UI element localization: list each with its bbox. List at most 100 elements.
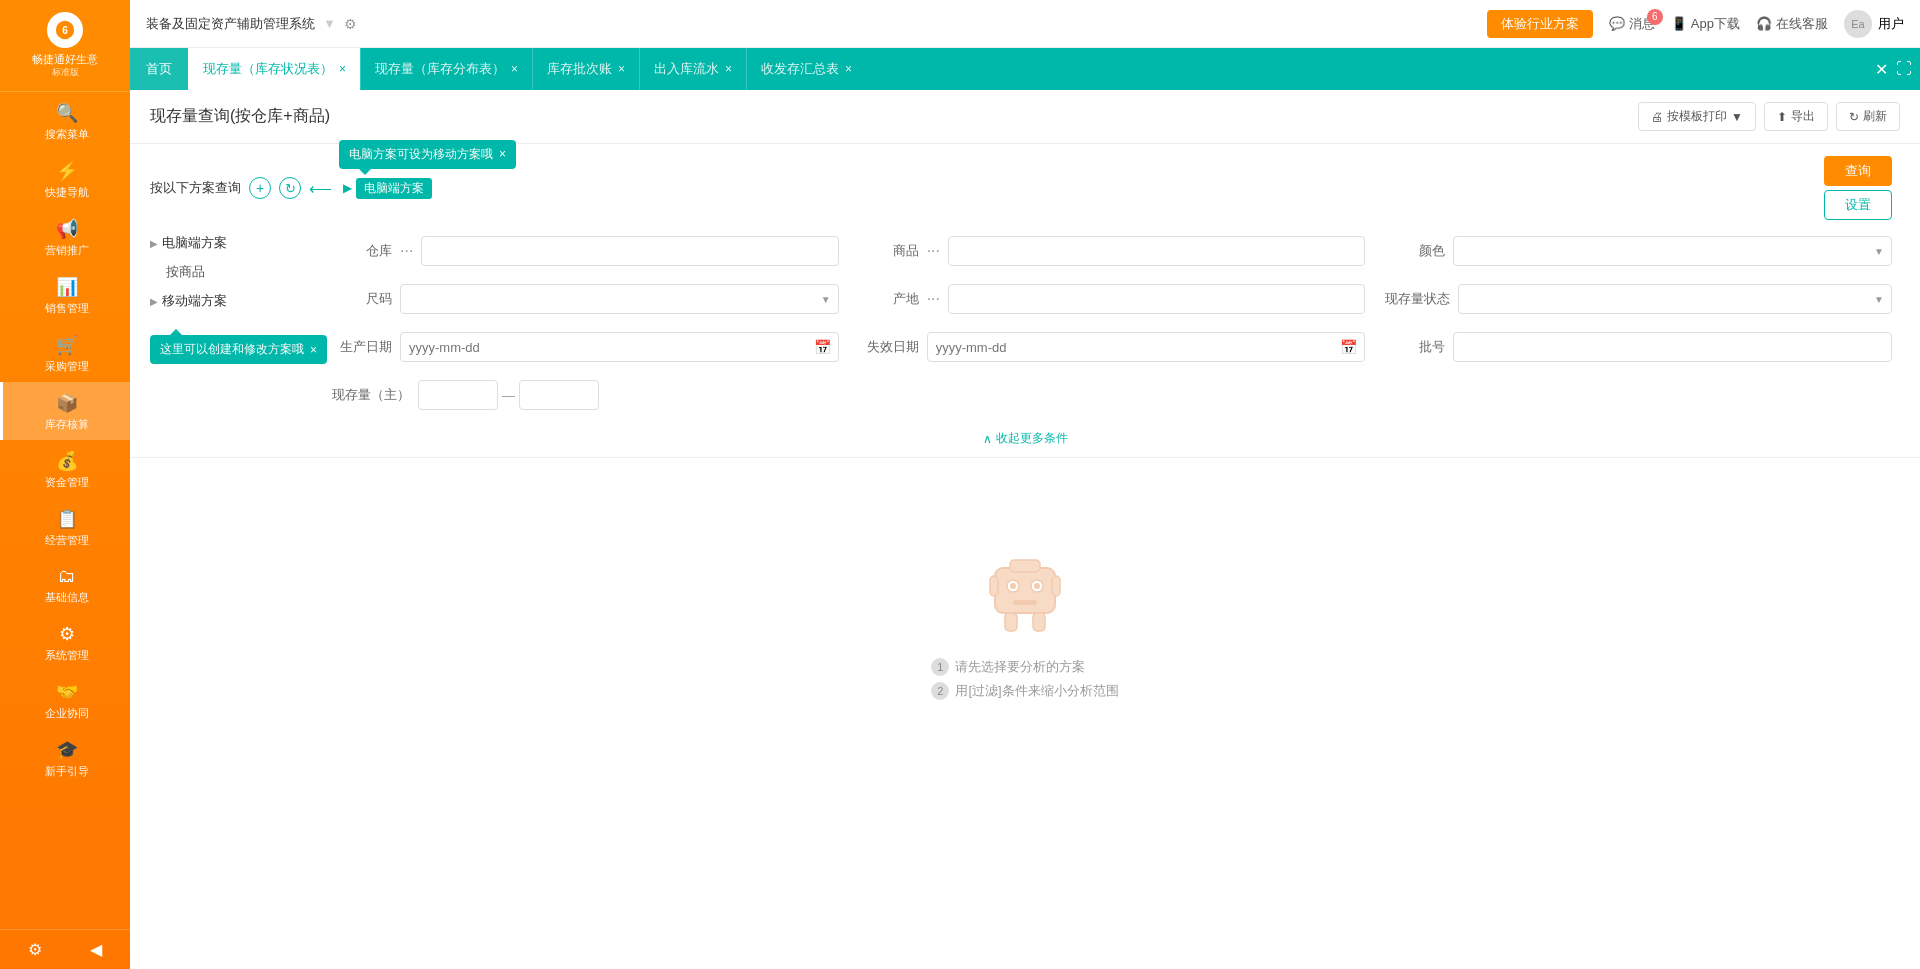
origin-dots[interactable]: ··· [927, 290, 940, 308]
support-group[interactable]: 🎧 在线客服 [1756, 15, 1828, 33]
tab-item-0[interactable]: 现存量（库存状况表） × [188, 48, 360, 90]
active-scheme-tag[interactable]: 电脑端方案 [356, 178, 432, 199]
prod-date-icon[interactable]: 📅 [814, 339, 831, 355]
query-btn[interactable]: 查询 [1824, 156, 1892, 186]
filter-refresh-btn[interactable]: ↻ [279, 177, 301, 199]
color-select[interactable] [1453, 236, 1892, 266]
sidebar-item-enterprise[interactable]: 🤝 企业协同 [0, 671, 130, 729]
message-icon: 💬 [1609, 16, 1625, 31]
sidebar-item-marketing[interactable]: 📢 营销推广 [0, 208, 130, 266]
system-name: 装备及固定资产辅助管理系统 [146, 15, 315, 33]
user-label: 用户 [1878, 15, 1904, 33]
sidebar-item-finance[interactable]: 💰 资金管理 [0, 440, 130, 498]
tab-home[interactable]: 首页 [130, 48, 188, 90]
tab-item-2[interactable]: 库存批次账 × [532, 48, 639, 90]
active-scheme-label: 电脑端方案 [364, 180, 424, 197]
header-sep: ▼ [323, 16, 336, 31]
expiry-date-icon[interactable]: 📅 [1340, 339, 1357, 355]
sidebar-item-purchase[interactable]: 🛒 采购管理 [0, 324, 130, 382]
support-icon: 🎧 [1756, 16, 1772, 31]
tab-close-1[interactable]: × [511, 62, 518, 76]
tab-close-0[interactable]: × [339, 62, 346, 76]
sidebar: 6 畅捷通好生意 标准版 🔍 搜索菜单 ⚡ 快捷导航 📢 营销推广 📊 销售管理… [0, 0, 130, 969]
svg-rect-2 [995, 568, 1055, 613]
size-select-wrap [400, 284, 839, 314]
sidebar-icon-enterprise: 🤝 [56, 681, 78, 703]
tab-close-4[interactable]: × [845, 62, 852, 76]
tab-close-2[interactable]: × [618, 62, 625, 76]
size-select[interactable] [400, 284, 839, 314]
scheme-item-1[interactable]: 按商品 [166, 260, 320, 284]
refresh-btn[interactable]: ↻ 刷新 [1836, 102, 1900, 131]
sidebar-item-operations[interactable]: 📋 经营管理 [0, 498, 130, 556]
tooltip2-close-btn[interactable]: × [310, 343, 317, 357]
tab-item-4[interactable]: 收发存汇总表 × [746, 48, 866, 90]
sidebar-item-inventory[interactable]: 📦 库存核算 [0, 382, 130, 440]
user-avatar[interactable]: Ea 用户 [1844, 10, 1904, 38]
tooltip1-close-btn[interactable]: × [499, 147, 506, 161]
sidebar-item-system[interactable]: ⚙ 系统管理 [0, 613, 130, 671]
sidebar-icon-basic: 🗂 [58, 566, 76, 587]
sidebar-icon-search: 🔍 [56, 102, 78, 124]
empty-tip-2: 2 用[过滤]条件来缩小分析范围 [931, 682, 1118, 700]
sidebar-item-sales[interactable]: 📊 销售管理 [0, 266, 130, 324]
goods-dots[interactable]: ··· [927, 242, 940, 260]
warehouse-dots[interactable]: ··· [400, 242, 413, 260]
svg-rect-3 [1010, 560, 1040, 572]
sidebar-label-inventory: 库存核算 [45, 417, 89, 432]
filter-goods-cell: 商品 ··· [859, 230, 1374, 272]
warehouse-input[interactable] [421, 236, 838, 266]
prod-date-input[interactable] [400, 332, 839, 362]
avatar-circle: Ea [1844, 10, 1872, 38]
warehouse-input-wrap [421, 236, 838, 266]
goods-label: 商品 [859, 242, 919, 260]
tab-item-3[interactable]: 出入库流水 × [639, 48, 746, 90]
scheme-tree-mobile: ▶ 移动端方案 [150, 288, 320, 314]
stock-status-select[interactable] [1458, 284, 1892, 314]
filter-back-btn[interactable]: ⟵ [309, 177, 331, 199]
app-download-group[interactable]: 📱 App下载 [1671, 15, 1740, 33]
header-settings-icon[interactable]: ⚙ [344, 16, 357, 32]
filter-stock-main-cell: 现存量（主） — [332, 374, 847, 416]
template-print-btn[interactable]: 🖨 按模板打印 ▼ [1638, 102, 1756, 131]
stock-status-label: 现存量状态 [1385, 290, 1450, 308]
stock-main-to[interactable] [519, 380, 599, 410]
logo-icon: 6 [47, 12, 83, 48]
tip-text-2: 用[过滤]条件来缩小分析范围 [955, 682, 1118, 700]
filter-area: 按以下方案查询 + ↻ ⟵ ▶ 电脑端方案 电脑方案可设为移动方案哦 × [130, 144, 1920, 458]
svg-text:6: 6 [62, 25, 68, 36]
tip-num-1: 1 [931, 658, 949, 676]
sidebar-label-finance: 资金管理 [45, 475, 89, 490]
tab-item-1[interactable]: 现存量（库存分布表） × [360, 48, 532, 90]
sidebar-item-basic[interactable]: 🗂 基础信息 [0, 556, 130, 613]
reset-btn[interactable]: 设置 [1824, 190, 1892, 220]
batch-input[interactable] [1453, 332, 1892, 362]
header-icon-group: 💬 消息 6 📱 App下载 🎧 在线客服 Ea 用户 [1609, 10, 1904, 38]
svg-rect-8 [1013, 600, 1037, 605]
collapse-bar[interactable]: ∧ 收起更多条件 [150, 422, 1900, 457]
export-btn[interactable]: ⬆ 导出 [1764, 102, 1828, 131]
tab-expand-icon[interactable]: ⛶ [1896, 60, 1912, 78]
sidebar-nav: 🔍 搜索菜单 ⚡ 快捷导航 📢 营销推广 📊 销售管理 🛒 采购管理 📦 库存核… [0, 92, 130, 929]
sidebar-item-newbie[interactable]: 🎓 新手引导 [0, 729, 130, 787]
origin-input-wrap [948, 284, 1365, 314]
industry-btn[interactable]: 体验行业方案 [1487, 10, 1593, 38]
stock-main-from[interactable] [418, 380, 498, 410]
message-icon-group[interactable]: 💬 消息 6 [1609, 15, 1655, 33]
empty-tips: 1 请先选择要分析的方案 2 用[过滤]条件来缩小分析范围 [931, 658, 1118, 706]
mobile-scheme-label: 移动端方案 [162, 292, 227, 310]
sidebar-item-search[interactable]: 🔍 搜索菜单 [0, 92, 130, 150]
goods-input[interactable] [948, 236, 1365, 266]
tab-label-1: 现存量（库存分布表） [375, 60, 505, 78]
filter-add-btn[interactable]: + [249, 177, 271, 199]
filter-expiry-date-cell: 失效日期 📅 [859, 326, 1374, 368]
support-label: 在线客服 [1776, 15, 1828, 33]
expiry-date-input[interactable] [927, 332, 1366, 362]
origin-input[interactable] [948, 284, 1365, 314]
sidebar-item-guide[interactable]: ⚡ 快捷导航 [0, 150, 130, 208]
collapse-icon[interactable]: ◀ [90, 940, 102, 959]
tab-close-all-icon[interactable]: ✕ [1875, 60, 1888, 79]
settings-icon[interactable]: ⚙ [28, 940, 42, 959]
sidebar-icon-marketing: 📢 [56, 218, 78, 240]
tab-close-3[interactable]: × [725, 62, 732, 76]
